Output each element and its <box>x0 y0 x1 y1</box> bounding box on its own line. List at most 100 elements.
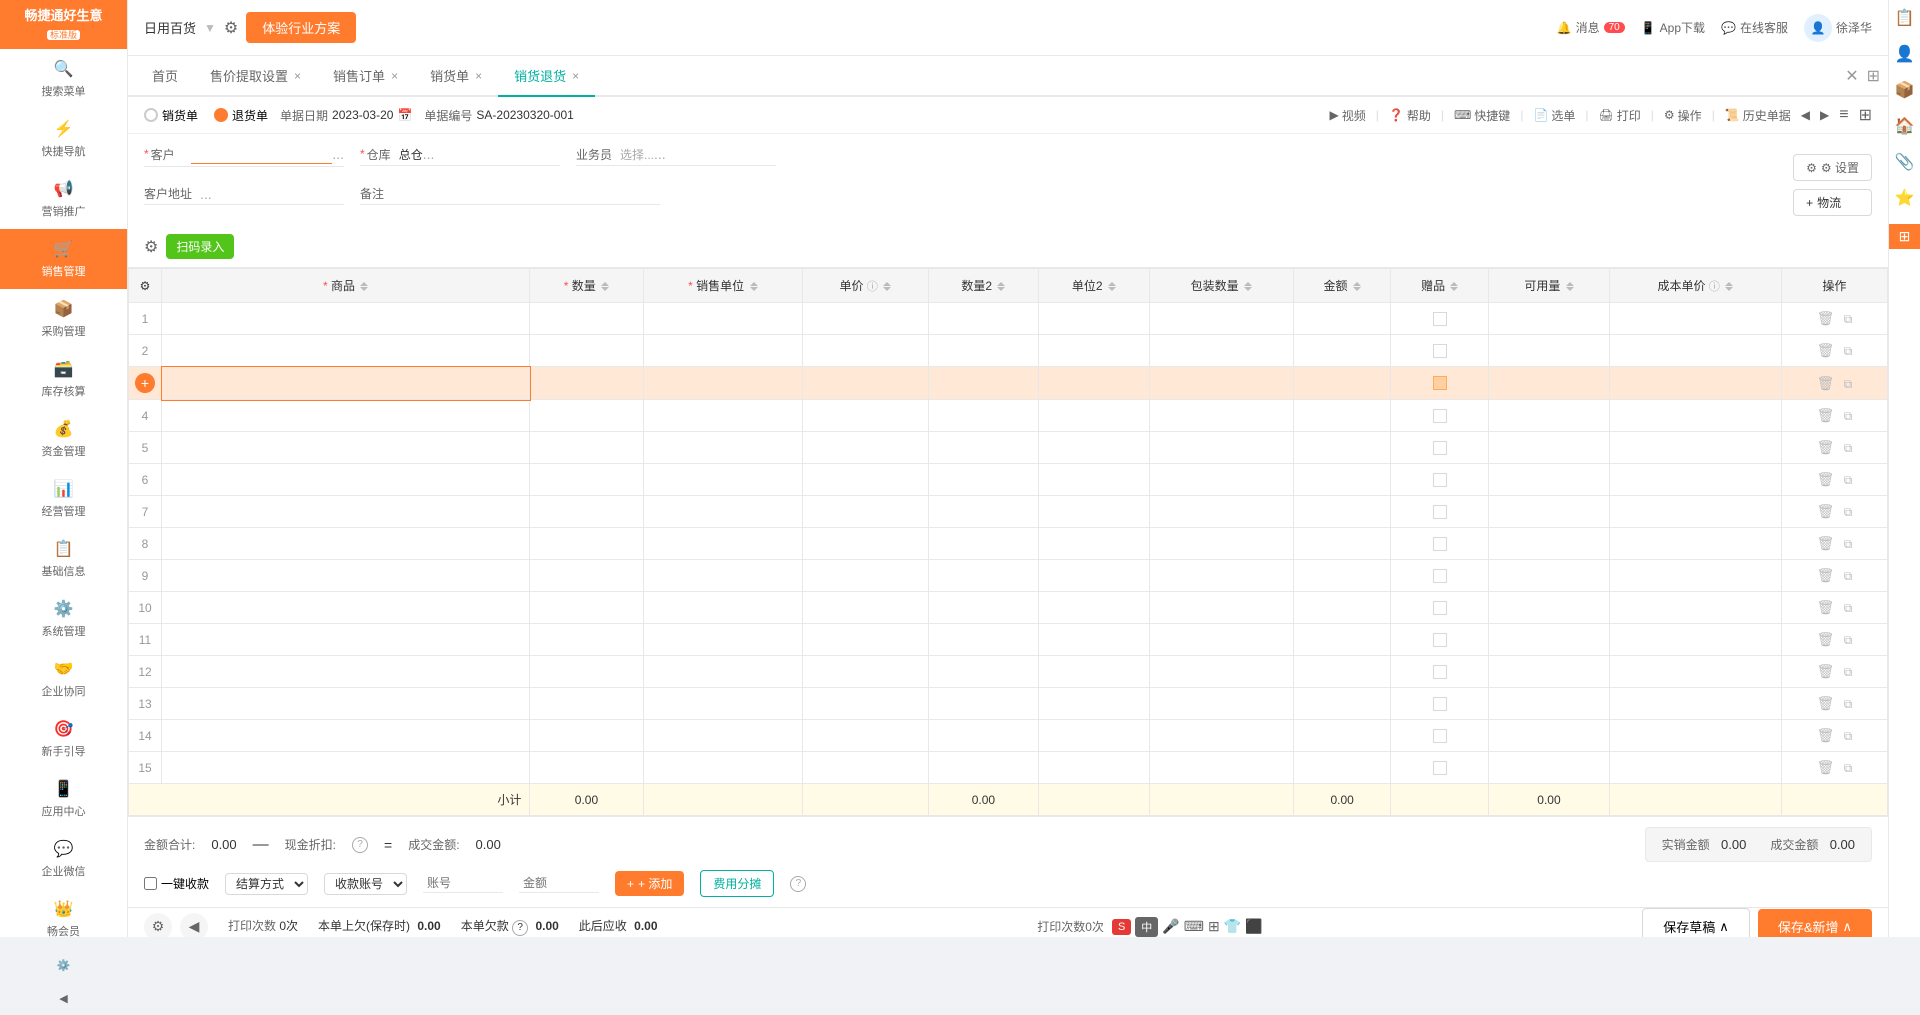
radio-sales-return[interactable]: 退货单 <box>214 107 268 124</box>
shortcut-action[interactable]: ⌨ 快捷键 <box>1454 107 1510 124</box>
salesman-select-btn[interactable]: ... <box>654 146 666 162</box>
message-btn[interactable]: 🔔 消息 70 <box>1557 19 1625 36</box>
copy-row-7[interactable]: ⧉ <box>1844 505 1853 519</box>
unit-price-cell-15[interactable] <box>803 752 928 784</box>
pkg-qty-cell-2[interactable] <box>1149 335 1293 367</box>
expense-help-icon[interactable]: ? <box>790 876 806 892</box>
copy-row-15[interactable]: ⧉ <box>1844 761 1853 775</box>
qty-cell-7[interactable] <box>530 496 643 528</box>
add-row-btn[interactable]: + <box>135 373 155 393</box>
amount-cell-3[interactable] <box>1293 367 1391 400</box>
sales-unit-cell-2[interactable] <box>643 335 803 367</box>
sidebar-item-appstore[interactable]: 📱 应用中心 <box>0 769 127 829</box>
avail-cell-11[interactable] <box>1489 624 1610 656</box>
unit2-cell-3[interactable] <box>1039 367 1150 400</box>
one-key-collect-input[interactable] <box>144 877 157 890</box>
module-settings-btn[interactable]: ⚙ <box>224 18 238 38</box>
gift-cell-1[interactable] <box>1391 303 1489 335</box>
qty-cell-2[interactable] <box>530 335 643 367</box>
pkg-qty-cell-14[interactable] <box>1149 720 1293 752</box>
add-payment-btn[interactable]: + + 添加 <box>615 871 684 896</box>
debt-help-icon[interactable]: ? <box>512 920 528 936</box>
avail-cell-13[interactable] <box>1489 688 1610 720</box>
sidebar-item-basic[interactable]: 📋 基础信息 <box>0 529 127 589</box>
qty-cell-6[interactable] <box>530 464 643 496</box>
cost-cell-14[interactable] <box>1609 720 1781 752</box>
sidebar-settings[interactable]: ⚙️ <box>0 949 127 982</box>
gift-checkbox-15[interactable] <box>1433 761 1447 775</box>
copy-row-1[interactable]: ⧉ <box>1844 312 1853 326</box>
gift-checkbox-10[interactable] <box>1433 601 1447 615</box>
gift-checkbox-6[interactable] <box>1433 473 1447 487</box>
sidebar-item-business[interactable]: 📊 经营管理 <box>0 469 127 529</box>
sidebar-item-system[interactable]: ⚙️ 系统管理 <box>0 589 127 649</box>
unit2-cell-12[interactable] <box>1039 656 1150 688</box>
cost-cell-9[interactable] <box>1609 560 1781 592</box>
goods-cell-6[interactable] <box>162 464 530 496</box>
gift-cell-8[interactable] <box>1391 528 1489 560</box>
unit-price-cell-5[interactable] <box>803 432 928 464</box>
goods-cell-8[interactable] <box>162 528 530 560</box>
qty-cell-1[interactable] <box>530 303 643 335</box>
account-no-input[interactable] <box>423 874 503 893</box>
gift-cell-4[interactable] <box>1391 400 1489 432</box>
goods-cell-5[interactable] <box>162 432 530 464</box>
avail-cell-12[interactable] <box>1489 656 1610 688</box>
qty2-cell-13[interactable] <box>928 688 1039 720</box>
goods-cell-1[interactable] <box>162 303 530 335</box>
qty2-cell-3[interactable] <box>928 367 1039 400</box>
avail-cell-10[interactable] <box>1489 592 1610 624</box>
unit2-cell-13[interactable] <box>1039 688 1150 720</box>
nav-prev-btn[interactable]: ◀ <box>1801 108 1810 122</box>
save-new-btn[interactable]: 保存&新增 ∧ <box>1758 909 1872 937</box>
tab-sales-order-close[interactable]: × <box>391 69 398 83</box>
goods-cell-15[interactable] <box>162 752 530 784</box>
pkg-qty-cell-3[interactable] <box>1149 367 1293 400</box>
sales-unit-cell-15[interactable] <box>643 752 803 784</box>
avail-cell-1[interactable] <box>1489 303 1610 335</box>
avail-cell-6[interactable] <box>1489 464 1610 496</box>
gift-checkbox-5[interactable] <box>1433 441 1447 455</box>
unit-price-cell-1[interactable] <box>803 303 928 335</box>
mic-icon[interactable]: 🎤 <box>1162 918 1179 935</box>
tab-home[interactable]: 首页 <box>136 56 194 97</box>
quick-icon-4[interactable]: 🏠 <box>1895 116 1915 136</box>
goods-cell-2[interactable] <box>162 335 530 367</box>
unit2-cell-2[interactable] <box>1039 335 1150 367</box>
trial-btn[interactable]: 体验行业方案 <box>246 12 356 43</box>
account-select[interactable]: 收款账号 <box>324 873 407 895</box>
shirt-icon[interactable]: 👕 <box>1224 918 1241 935</box>
pkg-qty-cell-12[interactable] <box>1149 656 1293 688</box>
goods-cell-13[interactable] <box>162 688 530 720</box>
expand-btn[interactable]: ⊞ <box>1867 66 1880 86</box>
goods-cell-9[interactable] <box>162 560 530 592</box>
delete-row-12[interactable]: 🗑 <box>1817 663 1835 679</box>
video-action[interactable]: ▶ 视频 <box>1330 107 1366 124</box>
copy-row-6[interactable]: ⧉ <box>1844 473 1853 487</box>
history-action[interactable]: 📜 历史单据 <box>1725 107 1791 124</box>
pkg-qty-cell-6[interactable] <box>1149 464 1293 496</box>
sales-unit-cell-8[interactable] <box>643 528 803 560</box>
amount-cell-2[interactable] <box>1293 335 1391 367</box>
gift-cell-12[interactable] <box>1391 656 1489 688</box>
copy-row-9[interactable]: ⧉ <box>1844 569 1853 583</box>
sales-unit-cell-3[interactable] <box>643 367 803 400</box>
delete-row-13[interactable]: 🗑 <box>1817 695 1835 711</box>
copy-row-8[interactable]: ⧉ <box>1844 537 1853 551</box>
cost-cell-5[interactable] <box>1609 432 1781 464</box>
avail-cell-15[interactable] <box>1489 752 1610 784</box>
goods-cell-3[interactable] <box>162 367 530 400</box>
sidebar-item-marketing[interactable]: 📢 营销推广 <box>0 169 127 229</box>
help-action[interactable]: ❓ 帮助 <box>1389 107 1431 124</box>
cost-cell-12[interactable] <box>1609 656 1781 688</box>
avail-cell-7[interactable] <box>1489 496 1610 528</box>
goods-cell-11[interactable] <box>162 624 530 656</box>
delete-row-10[interactable]: 🗑 <box>1817 599 1835 615</box>
view2-btn[interactable]: ⊞ <box>1859 105 1872 125</box>
copy-row-3[interactable]: ⧉ <box>1844 377 1853 391</box>
sidebar-item-enterprise[interactable]: 🤝 企业协同 <box>0 649 127 709</box>
gift-cell-15[interactable] <box>1391 752 1489 784</box>
qty2-cell-1[interactable] <box>928 303 1039 335</box>
pkg-qty-cell-11[interactable] <box>1149 624 1293 656</box>
avail-cell-5[interactable] <box>1489 432 1610 464</box>
